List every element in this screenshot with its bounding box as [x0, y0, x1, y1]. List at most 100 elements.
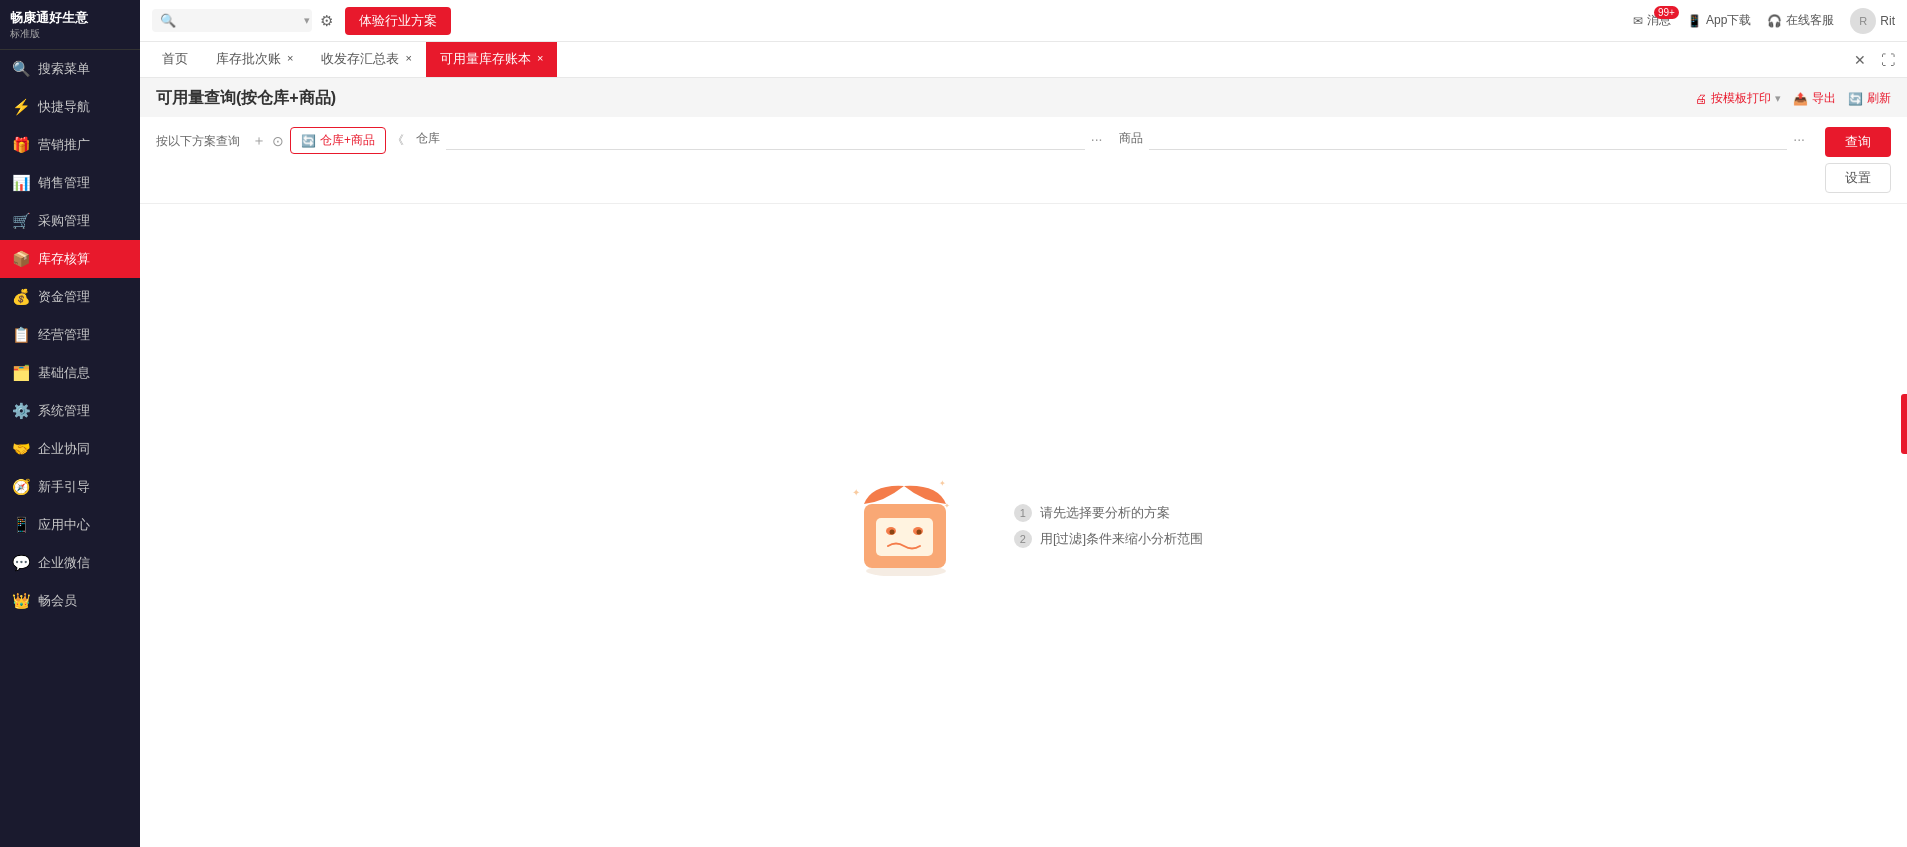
sidebar-item-label-ops-mgmt: 经营管理: [38, 326, 90, 344]
tab-available-ledger-close[interactable]: ×: [537, 53, 543, 64]
sidebar-item-app-center[interactable]: 📱 应用中心: [0, 506, 140, 544]
sidebar: 畅康通好生意 标准版 🔍 搜索菜单 ⚡ 快捷导航 🎁 营销推广 📊 销售管理 🛒…: [0, 0, 140, 847]
page-content: 可用量查询(按仓库+商品) 🖨 按模板打印 ▾ 📤 导出 🔄 刷新 按以下: [140, 78, 1907, 847]
marketing-promo-icon: 🎁: [12, 136, 30, 154]
sidebar-item-label-search: 搜索菜单: [38, 60, 90, 78]
sidebar-item-purchase-mgmt[interactable]: 🛒 采购管理: [0, 202, 140, 240]
scheme-tag-label: 仓库+商品: [320, 132, 375, 149]
sidebar-item-sales-mgmt[interactable]: 📊 销售管理: [0, 164, 140, 202]
refresh-label: 刷新: [1867, 90, 1891, 107]
tab-receive-summary[interactable]: 收发存汇总表 ×: [307, 42, 425, 77]
sidebar-item-sys-mgmt[interactable]: ⚙️ 系统管理: [0, 392, 140, 430]
filter-collapse-icon[interactable]: 《: [392, 132, 404, 149]
svg-text:✦: ✦: [939, 479, 946, 488]
tab-available-ledger-label: 可用量库存账本: [440, 50, 531, 68]
service-button[interactable]: 🎧 在线客服: [1767, 12, 1834, 29]
message-badge: 99+: [1654, 6, 1679, 19]
export-button[interactable]: 📤 导出: [1793, 90, 1836, 107]
filter-label: 按以下方案查询: [156, 127, 240, 150]
scheme-tag-warehouse-product[interactable]: 🔄 仓库+商品: [290, 127, 386, 154]
sidebar-item-newbie-guide[interactable]: 🧭 新手引导: [0, 468, 140, 506]
sales-mgmt-icon: 📊: [12, 174, 30, 192]
sidebar-item-search[interactable]: 🔍 搜索菜单: [0, 50, 140, 88]
message-icon: ✉: [1633, 14, 1643, 28]
page-header: 可用量查询(按仓库+商品) 🖨 按模板打印 ▾ 📤 导出 🔄 刷新: [140, 78, 1907, 117]
search-icon: 🔍: [160, 13, 176, 28]
svg-rect-2: [876, 518, 933, 556]
hint-text-2: 用[过滤]条件来缩小分析范围: [1040, 530, 1203, 548]
sidebar-item-ops-mgmt[interactable]: 📋 经营管理: [0, 316, 140, 354]
settings-button[interactable]: 设置: [1825, 163, 1891, 193]
empty-content-row: ✦ ✦ ✦ 1 请先选择要分析的方案 2 用[过滤]条件来缩小分析范围: [844, 466, 1203, 586]
basic-info-icon: 🗂️: [12, 364, 30, 382]
empty-svg: ✦ ✦ ✦: [844, 466, 964, 576]
main-area: 🔍 ▾ ⚙ 体验行业方案 ✉ 消息 99+ 📱 App下载 🎧 在线客服 R R…: [140, 0, 1907, 847]
sidebar-item-label-sys-mgmt: 系统管理: [38, 402, 90, 420]
settings-scheme-icon[interactable]: ⊙: [272, 133, 284, 149]
vip-member-icon: 👑: [12, 592, 30, 610]
app-center-icon: 📱: [12, 516, 30, 534]
tab-batch-ledger[interactable]: 库存批次账 ×: [202, 42, 307, 77]
close-window-btn[interactable]: ✕: [1849, 49, 1871, 71]
tab-home[interactable]: 首页: [148, 42, 202, 77]
svg-point-6: [916, 529, 921, 534]
empty-state: ✦ ✦ ✦ 1 请先选择要分析的方案 2 用[过滤]条件来缩小分析范围: [140, 204, 1907, 847]
warehouse-input[interactable]: [446, 127, 1085, 150]
warehouse-more-icon[interactable]: ···: [1091, 131, 1103, 147]
refresh-icon: 🔄: [1848, 92, 1863, 106]
sidebar-item-basic-info[interactable]: 🗂️ 基础信息: [0, 354, 140, 392]
ops-mgmt-icon: 📋: [12, 326, 30, 344]
service-icon: 🎧: [1767, 14, 1782, 28]
topbar-right: ✉ 消息 99+ 📱 App下载 🎧 在线客服 R Rit: [1633, 8, 1895, 34]
sidebar-item-quick-nav[interactable]: ⚡ 快捷导航: [0, 88, 140, 126]
warehouse-label: 仓库: [416, 130, 440, 147]
purchase-mgmt-icon: 🛒: [12, 212, 30, 230]
sidebar-item-label-finance: 资金管理: [38, 288, 90, 306]
sidebar-item-finance[interactable]: 💰 资金管理: [0, 278, 140, 316]
search-input[interactable]: [180, 14, 300, 28]
tab-receive-summary-close[interactable]: ×: [405, 53, 411, 64]
app-subtitle: 标准版: [10, 27, 130, 41]
sidebar-item-vip-member[interactable]: 👑 畅会员: [0, 582, 140, 620]
app-icon: 📱: [1687, 14, 1702, 28]
user-menu[interactable]: R Rit: [1850, 8, 1895, 34]
tab-available-ledger[interactable]: 可用量库存账本 ×: [426, 42, 557, 77]
query-button[interactable]: 查询: [1825, 127, 1891, 157]
filter-field-product: 商品 ···: [1119, 127, 1806, 150]
maximize-window-btn[interactable]: ⛶: [1877, 49, 1899, 71]
template-print-button[interactable]: 🖨 按模板打印 ▾: [1695, 90, 1781, 107]
template-print-label: 按模板打印: [1711, 90, 1771, 107]
add-scheme-icon[interactable]: ＋: [252, 132, 266, 150]
refresh-button[interactable]: 🔄 刷新: [1848, 90, 1891, 107]
tab-batch-ledger-close[interactable]: ×: [287, 53, 293, 64]
empty-hint-item-1: 1 请先选择要分析的方案: [1014, 504, 1203, 522]
message-button[interactable]: ✉ 消息 99+: [1633, 12, 1671, 29]
filter-actions: 查询 设置: [1825, 127, 1891, 193]
gear-icon[interactable]: ⚙: [320, 12, 333, 30]
trial-button[interactable]: 体验行业方案: [345, 7, 451, 35]
sidebar-item-label-vip-member: 畅会员: [38, 592, 77, 610]
sidebar-item-inventory[interactable]: 📦 库存核算: [0, 240, 140, 278]
sidebar-item-label-inventory: 库存核算: [38, 250, 90, 268]
print-icon: 🖨: [1695, 92, 1707, 106]
app-download-button[interactable]: 📱 App下载: [1687, 12, 1751, 29]
enterprise-collab-icon: 🤝: [12, 440, 30, 458]
svg-point-5: [889, 529, 894, 534]
sidebar-item-label-enterprise-collab: 企业协同: [38, 440, 90, 458]
right-scroll-handle[interactable]: [1901, 394, 1907, 454]
sidebar-item-enterprise-collab[interactable]: 🤝 企业协同: [0, 430, 140, 468]
hint-text-1: 请先选择要分析的方案: [1040, 504, 1170, 522]
product-more-icon[interactable]: ···: [1793, 131, 1805, 147]
sidebar-item-label-newbie-guide: 新手引导: [38, 478, 90, 496]
enterprise-wechat-icon: 💬: [12, 554, 30, 572]
search-icon: 🔍: [12, 60, 30, 78]
product-input[interactable]: [1149, 127, 1788, 150]
topbar-search-box[interactable]: 🔍 ▾: [152, 9, 312, 32]
empty-hint-item-2: 2 用[过滤]条件来缩小分析范围: [1014, 530, 1203, 548]
service-label: 在线客服: [1786, 12, 1834, 29]
sidebar-item-marketing-promo[interactable]: 🎁 营销推广: [0, 126, 140, 164]
sidebar-item-enterprise-wechat[interactable]: 💬 企业微信: [0, 544, 140, 582]
filter-field-warehouse: 仓库 ···: [416, 127, 1103, 150]
search-dropdown-icon[interactable]: ▾: [304, 14, 310, 27]
export-label: 导出: [1812, 90, 1836, 107]
